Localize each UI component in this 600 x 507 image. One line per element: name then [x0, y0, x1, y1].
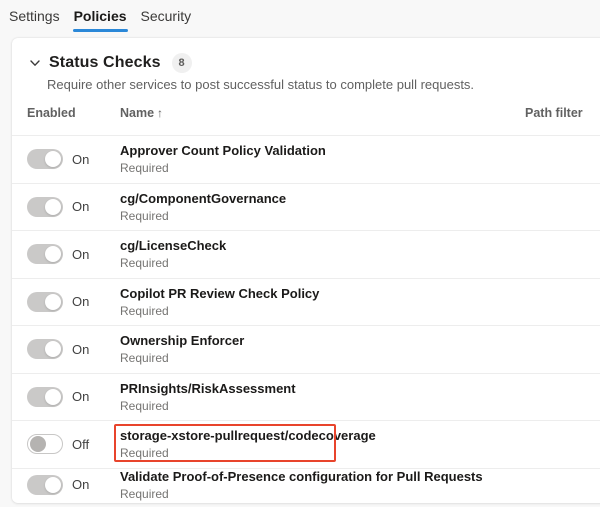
toggle-state-label: On: [72, 152, 89, 167]
toggle-state-label: On: [72, 199, 89, 214]
policy-requirement: Required: [120, 256, 600, 270]
policy-row[interactable]: On cg/LicenseCheck Required: [12, 230, 600, 278]
policy-row[interactable]: On Validate Proof-of-Presence configurat…: [12, 468, 600, 501]
policy-toggle[interactable]: [27, 244, 63, 264]
toggle-state-label: On: [72, 294, 89, 309]
policy-row[interactable]: On cg/ComponentGovernance Required: [12, 183, 600, 231]
policy-name: Ownership Enforcer: [120, 333, 600, 349]
toggle-knob: [30, 436, 46, 452]
policy-toggle[interactable]: [27, 292, 63, 312]
status-checks-card: Status Checks 8 Require other services t…: [12, 38, 600, 503]
toggle-knob: [45, 294, 61, 310]
policy-name: cg/LicenseCheck: [120, 238, 600, 254]
policy-row[interactable]: On Copilot PR Review Check Policy Requir…: [12, 278, 600, 326]
toggle-state-label: Off: [72, 437, 89, 452]
policy-requirement: Required: [120, 161, 600, 175]
tabbar: Settings Policies Security: [8, 6, 192, 32]
section-description: Require other services to post successfu…: [47, 76, 600, 93]
column-header-name[interactable]: Name↑: [120, 106, 525, 120]
toggle-knob: [45, 151, 61, 167]
toggle-state-label: On: [72, 342, 89, 357]
section-title: Status Checks: [49, 54, 161, 72]
toggle-knob: [45, 246, 61, 262]
toggle-knob: [45, 341, 61, 357]
column-headers: Enabled Name↑ Path filter: [12, 106, 600, 120]
policy-toggle[interactable]: [27, 197, 63, 217]
column-header-enabled: Enabled: [27, 106, 120, 120]
policy-requirement: Required: [120, 399, 600, 413]
section-header: Status Checks 8: [12, 38, 600, 73]
policy-row[interactable]: Off storage-xstore-pullrequest/codecover…: [12, 420, 600, 468]
column-header-path-filter: Path filter: [525, 106, 600, 120]
toggle-state-label: On: [72, 389, 89, 404]
policy-row[interactable]: On PRInsights/RiskAssessment Required: [12, 373, 600, 421]
policy-name: PRInsights/RiskAssessment: [120, 381, 600, 397]
policy-toggle[interactable]: [27, 475, 63, 495]
policy-name: Approver Count Policy Validation: [120, 143, 600, 159]
policy-toggle[interactable]: [27, 434, 63, 454]
policy-toggle[interactable]: [27, 149, 63, 169]
policy-toggle[interactable]: [27, 339, 63, 359]
tab-settings[interactable]: Settings: [8, 6, 61, 32]
policy-row[interactable]: On Ownership Enforcer Required: [12, 325, 600, 373]
toggle-knob: [45, 199, 61, 215]
policy-name: Validate Proof-of-Presence configuration…: [120, 469, 600, 485]
policy-name: Copilot PR Review Check Policy: [120, 286, 600, 302]
toggle-knob: [45, 477, 61, 493]
tab-security[interactable]: Security: [140, 6, 193, 32]
count-badge: 8: [172, 53, 192, 73]
sort-ascending-icon: ↑: [157, 106, 163, 120]
toggle-knob: [45, 389, 61, 405]
toggle-state-label: On: [72, 247, 89, 262]
toggle-state-label: On: [72, 477, 89, 492]
policy-requirement: Required: [120, 351, 600, 365]
policy-requirement: Required: [120, 209, 600, 223]
policy-requirement: Required: [120, 487, 600, 501]
policy-name: storage-xstore-pullrequest/codecoverage: [120, 428, 600, 444]
policy-name: cg/ComponentGovernance: [120, 191, 600, 207]
chevron-down-icon[interactable]: [28, 56, 42, 70]
policy-requirement: Required: [120, 446, 600, 460]
tab-policies[interactable]: Policies: [73, 6, 128, 32]
policy-requirement: Required: [120, 304, 600, 318]
policy-toggle[interactable]: [27, 387, 63, 407]
branch-policies-page: Settings Policies Security Status Checks…: [0, 0, 600, 507]
policy-list: On Approver Count Policy Validation Requ…: [12, 135, 600, 501]
policy-row[interactable]: On Approver Count Policy Validation Requ…: [12, 135, 600, 183]
